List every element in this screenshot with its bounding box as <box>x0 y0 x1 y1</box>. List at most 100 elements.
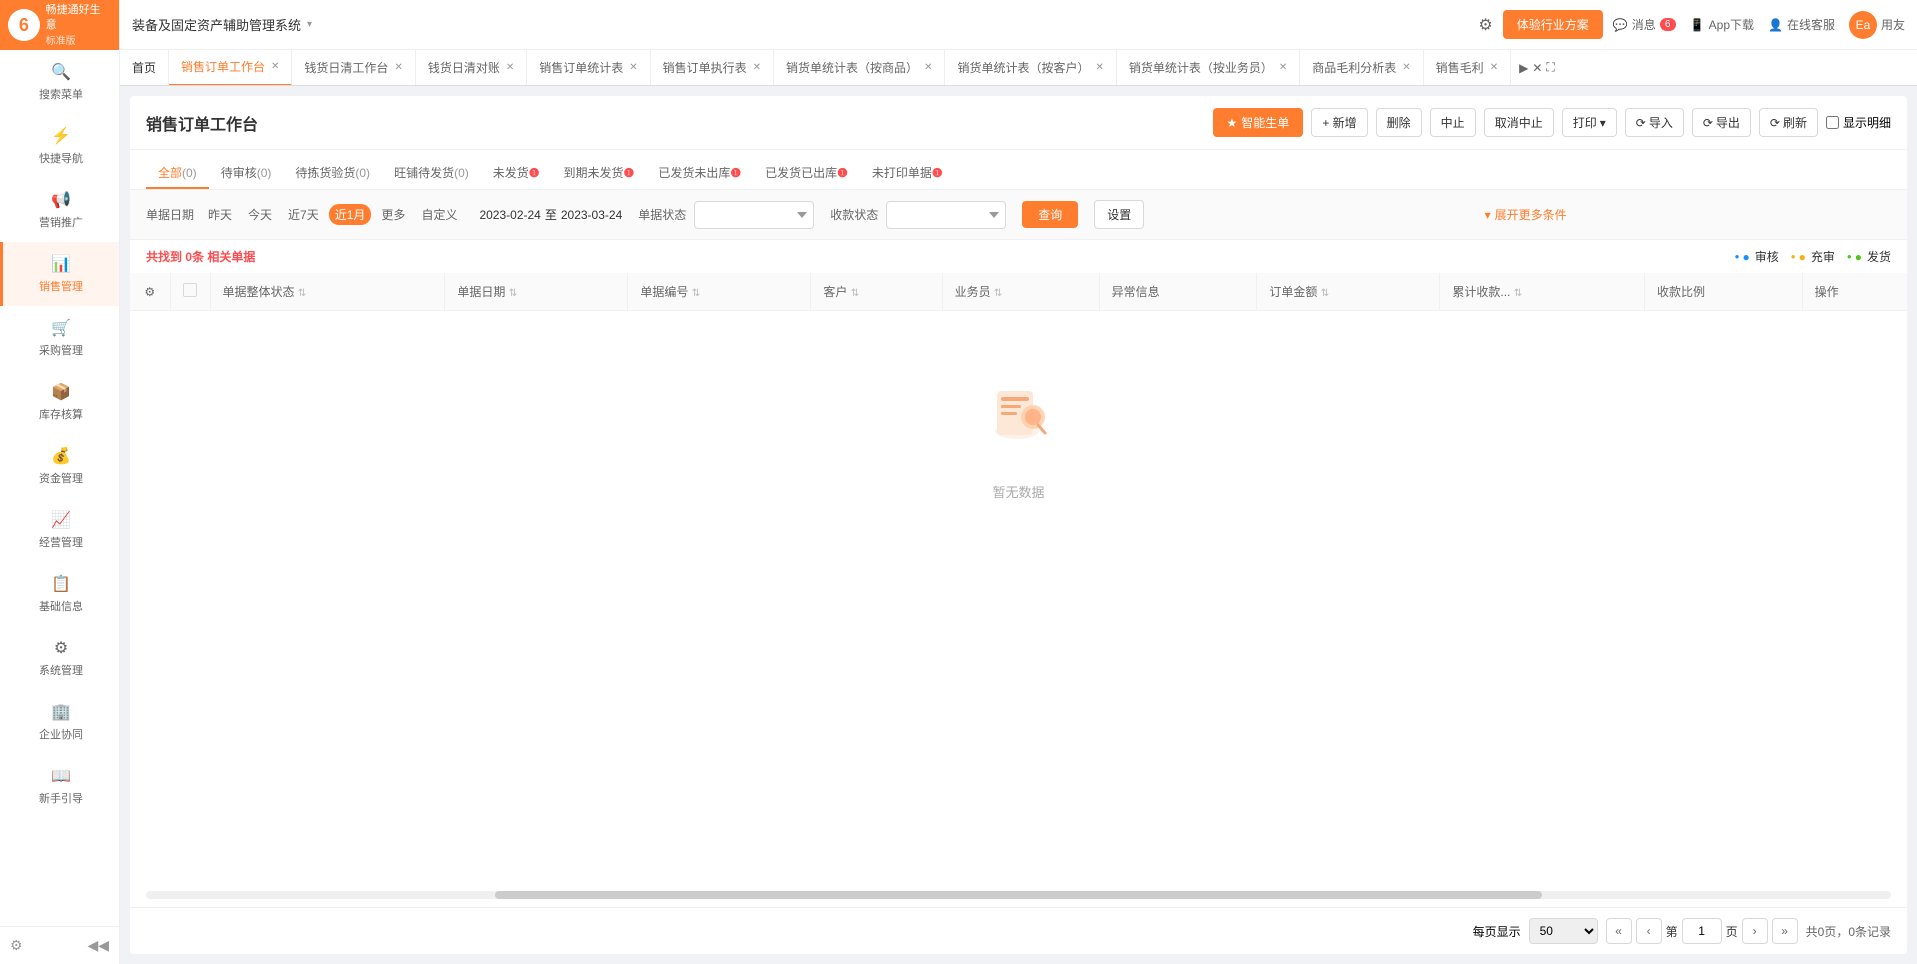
filter-tab-wangpu-ship[interactable]: 旺铺待发货(0) <box>382 158 481 189</box>
export-button[interactable]: ⟳ 导出 <box>1692 108 1751 137</box>
tab-home[interactable]: 首页 <box>120 50 169 86</box>
per-page-select[interactable]: 50 10 20 100 <box>1529 918 1598 944</box>
tab-sales-stat-product[interactable]: 销货单统计表（按商品） ✕ <box>774 50 945 86</box>
tabbar-more-btn[interactable]: ▶ ✕ ⛶ <box>1511 60 1563 75</box>
logo-name: 畅捷通好生意 <box>46 3 111 32</box>
sidebar-item-system[interactable]: ⚙ 系统管理 <box>0 626 119 690</box>
tab-sales-workbench[interactable]: 销售订单工作台 ✕ <box>169 50 292 86</box>
sidebar-item-operations[interactable]: 📈 经营管理 <box>0 498 119 562</box>
sidebar-item-basic[interactable]: 📋 基础信息 <box>0 562 119 626</box>
sort-staff-icon[interactable]: ⇅ <box>994 288 1002 299</box>
date-chip-7days[interactable]: 近7天 <box>282 204 325 225</box>
tab-sales-more[interactable]: 销售毛利 ✕ <box>1424 50 1511 86</box>
expand-more-btn[interactable]: ▾ 展开更多条件 <box>1485 206 1567 223</box>
tab-sales-stat-customer[interactable]: 销货单统计表（按客户） ✕ <box>945 50 1116 86</box>
date-chip-yesterday[interactable]: 昨天 <box>202 204 238 225</box>
filter-tab-pending-inspect[interactable]: 待拣货验货(0) <box>283 158 382 189</box>
filter-tab-not-shipped[interactable]: 未发货❶ <box>481 158 552 189</box>
tab-cash-daily[interactable]: 钱货日清工作台 ✕ <box>292 50 415 86</box>
show-detail-checkbox[interactable] <box>1826 116 1839 129</box>
scroll-thumb[interactable] <box>495 891 1542 899</box>
user-menu[interactable]: Ea 用友 <box>1849 11 1905 39</box>
payment-select[interactable] <box>886 201 1006 229</box>
ship-action-btn[interactable]: ● 发货 <box>1847 248 1891 265</box>
tab-close-sales-more[interactable]: ✕ <box>1490 62 1498 73</box>
sort-date-icon[interactable]: ⇅ <box>509 288 517 299</box>
prev-page-btn[interactable]: ‹ <box>1636 918 1662 944</box>
tab-sales-stat-staff[interactable]: 销货单统计表（按业务员） ✕ <box>1117 50 1300 86</box>
tab-close-sales-stat-product[interactable]: ✕ <box>924 62 932 73</box>
sidebar-item-sales[interactable]: 📊 销售管理 <box>0 242 119 306</box>
operations-icon: 📈 <box>51 510 71 530</box>
first-page-btn[interactable]: « <box>1606 918 1632 944</box>
tab-close-sales-workbench[interactable]: ✕ <box>271 61 279 72</box>
import-button[interactable]: ⟳ 导入 <box>1625 108 1684 137</box>
tab-goods-margin[interactable]: 商品毛利分析表 ✕ <box>1300 50 1423 86</box>
show-detail-toggle[interactable]: 显示明细 <box>1826 114 1891 131</box>
tab-close-cash-reconcile[interactable]: ✕ <box>506 62 514 73</box>
date-chip-custom[interactable]: 自定义 <box>415 204 463 225</box>
tab-close-all-icon[interactable]: ✕ <box>1532 61 1542 75</box>
date-chip-today[interactable]: 今天 <box>242 204 278 225</box>
solution-button[interactable]: 体验行业方案 <box>1503 10 1603 39</box>
filter-tab-shipped-out[interactable]: 已发货已出库❶ <box>753 158 860 189</box>
next-page-btn[interactable]: › <box>1742 918 1768 944</box>
search-setting-button[interactable]: 设置 <box>1094 200 1144 229</box>
sidebar-item-inventory[interactable]: 📦 库存核算 <box>0 370 119 434</box>
tab-close-cash-daily[interactable]: ✕ <box>394 62 402 73</box>
filter-tab-pending-review[interactable]: 待审核(0) <box>209 158 284 189</box>
filter-tab-overdue-not-shipped[interactable]: 到期未发货❶ <box>552 158 647 189</box>
print-button[interactable]: 打印 ▾ <box>1562 108 1617 137</box>
sort-number-icon[interactable]: ⇅ <box>692 288 700 299</box>
settings-col-icon[interactable]: ⚙ <box>144 285 155 299</box>
sidebar-item-marketing[interactable]: 📢 营销推广 <box>0 178 119 242</box>
select-all-checkbox[interactable] <box>183 283 197 297</box>
online-service-btn[interactable]: 👤 在线客服 <box>1768 16 1835 33</box>
add-button[interactable]: + 新增 <box>1311 108 1367 137</box>
sort-received-icon[interactable]: ⇅ <box>1514 288 1522 299</box>
app-download-btn[interactable]: 📱 App下载 <box>1690 16 1754 33</box>
tab-close-sales-exec[interactable]: ✕ <box>753 62 761 73</box>
tab-sales-exec[interactable]: 销售订单执行表 ✕ <box>651 50 774 86</box>
sidebar-item-purchase[interactable]: 🛒 采购管理 <box>0 306 119 370</box>
date-chip-1month[interactable]: 近1月 <box>329 204 372 225</box>
horizontal-scrollbar[interactable] <box>146 891 1891 899</box>
tab-close-sales-stat[interactable]: ✕ <box>629 62 637 73</box>
filter-tab-shipped-not-out[interactable]: 已发货未出库❶ <box>646 158 753 189</box>
last-page-btn[interactable]: » <box>1772 918 1798 944</box>
sidebar-item-finance[interactable]: 💰 资金管理 <box>0 434 119 498</box>
sidebar-item-enterprise[interactable]: 🏢 企业协同 <box>0 690 119 754</box>
tab-close-sales-stat-staff[interactable]: ✕ <box>1279 62 1287 73</box>
filter-tab-all[interactable]: 全部(0) <box>146 158 209 189</box>
sidebar-item-search[interactable]: 🔍 搜索菜单 <box>0 50 119 114</box>
star-icon: ★ <box>1227 116 1238 130</box>
page-input[interactable] <box>1682 918 1722 944</box>
tab-close-goods-margin[interactable]: ✕ <box>1402 62 1410 73</box>
sidebar-item-quick-nav[interactable]: ⚡ 快捷导航 <box>0 114 119 178</box>
sort-customer-icon[interactable]: ⇅ <box>851 288 859 299</box>
message-btn[interactable]: 💬 消息 6 <box>1613 16 1676 33</box>
sort-status-icon[interactable]: ⇅ <box>298 288 306 299</box>
settings-bottom-icon[interactable]: ⚙ <box>10 937 23 954</box>
refresh-button[interactable]: ⟳ 刷新 <box>1759 108 1818 137</box>
audit-action-btn[interactable]: ● 审核 <box>1735 248 1779 265</box>
app-logo: 6 畅捷通好生意 标准版 <box>0 0 119 50</box>
status-select[interactable] <box>694 201 814 229</box>
cancel-stop-button[interactable]: 取消中止 <box>1484 108 1554 137</box>
tab-sales-stat[interactable]: 销售订单统计表 ✕ <box>527 50 650 86</box>
revoke-action-btn[interactable]: ● 充审 <box>1791 248 1835 265</box>
date-chip-more[interactable]: 更多 <box>375 204 411 225</box>
search-button[interactable]: 查询 <box>1022 201 1078 228</box>
filter-tab-not-printed[interactable]: 未打印单据❶ <box>860 158 955 189</box>
smart-create-button[interactable]: ★ 智能生单 <box>1213 108 1304 137</box>
collapse-icon[interactable]: ◀◀ <box>87 937 109 954</box>
tab-maximize-icon[interactable]: ⛶ <box>1546 60 1554 75</box>
delete-button[interactable]: 删除 <box>1376 108 1422 137</box>
stop-button[interactable]: 中止 <box>1430 108 1476 137</box>
sidebar-item-guide[interactable]: 📖 新手引导 <box>0 754 119 818</box>
tab-close-sales-stat-customer[interactable]: ✕ <box>1095 62 1103 73</box>
sort-amount-icon[interactable]: ⇅ <box>1321 288 1329 299</box>
topbar-settings-icon[interactable]: ⚙ <box>1478 15 1492 35</box>
ship-dot: ● <box>1855 250 1862 264</box>
tab-cash-reconcile[interactable]: 钱货日清对账 ✕ <box>416 50 527 86</box>
